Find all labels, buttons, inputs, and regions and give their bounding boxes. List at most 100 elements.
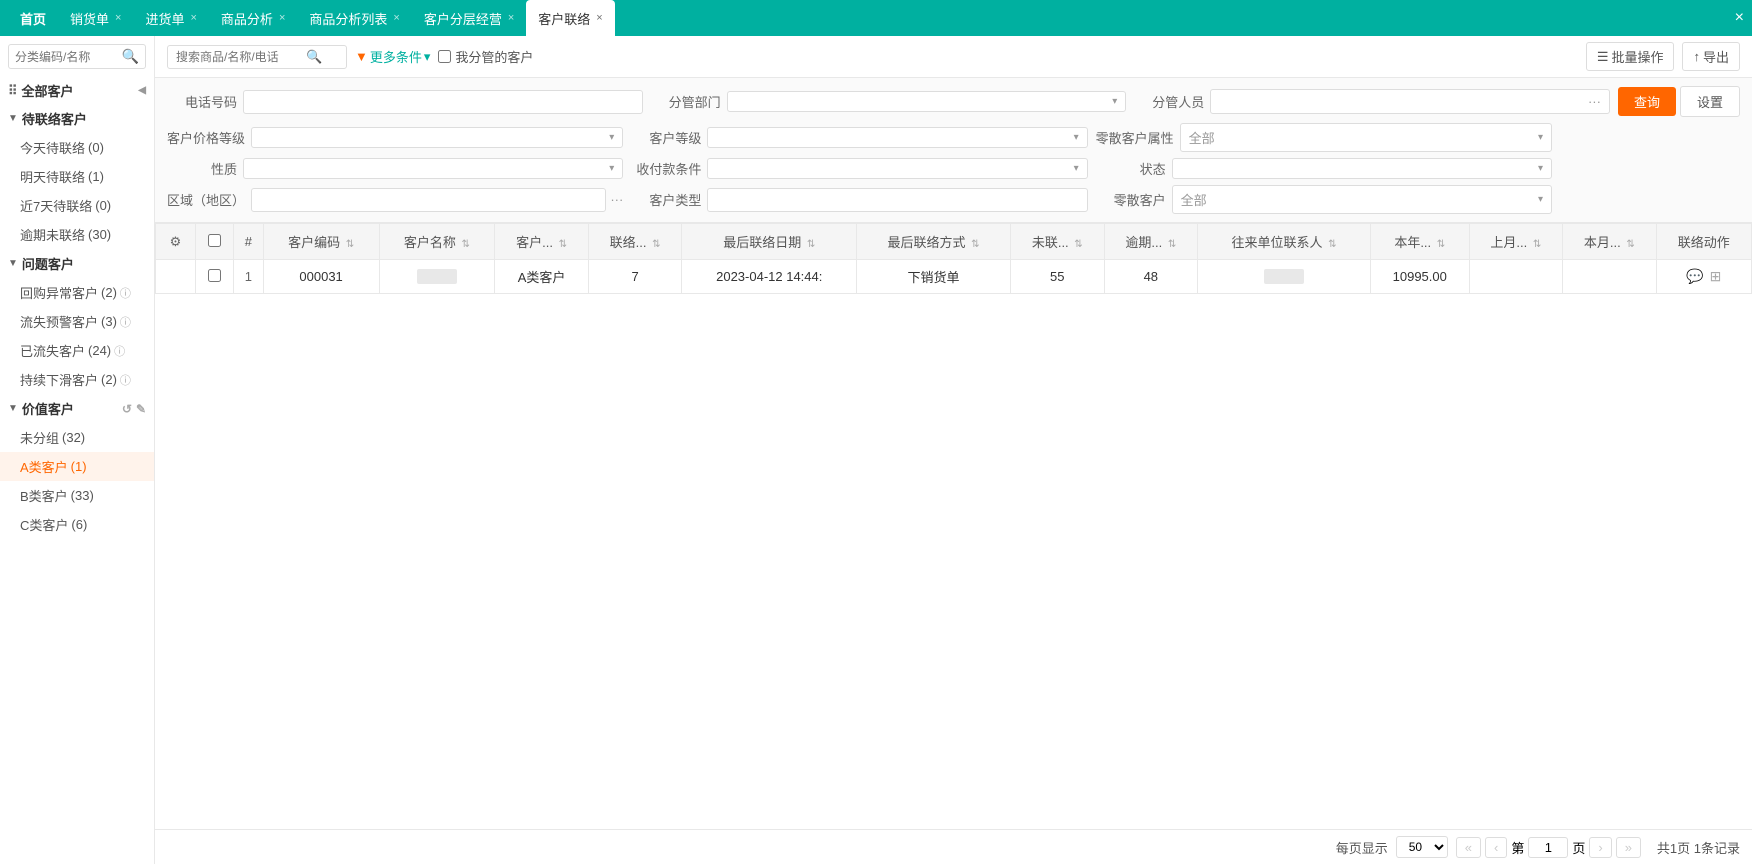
th-last-month[interactable]: 上月... ⇅	[1469, 224, 1563, 260]
ellipsis-icon[interactable]: ···	[1588, 94, 1601, 109]
area-dots-icon[interactable]: ···	[610, 192, 623, 207]
customer-level-select[interactable]: ▾	[707, 127, 1087, 148]
sidebar-search-icon[interactable]: 🔍	[122, 48, 139, 65]
th-this-year[interactable]: 本年... ⇅	[1371, 224, 1470, 260]
page-label: 第	[1511, 838, 1524, 857]
th-contact-action: 联络动作	[1656, 224, 1751, 260]
customer-table: ⚙ # 客户编码 ⇅ 客户名称 ⇅	[155, 223, 1752, 294]
sidebar-value-header[interactable]: ▼ 价值客户 ↺ ✎	[0, 394, 154, 423]
sidebar-item-b-class[interactable]: B类客户(33)	[0, 481, 154, 510]
chevron-down-icon7: ▾	[1538, 163, 1543, 174]
th-no-contact[interactable]: 未联... ⇅	[1010, 224, 1104, 260]
prev-page-button[interactable]: ‹	[1485, 837, 1507, 858]
sidebar-item-churn-warning[interactable]: 流失预警客户(3) ⓘ	[0, 307, 154, 336]
close-all-button[interactable]: ×	[1735, 9, 1744, 27]
chat-icon[interactable]: 💬	[1686, 268, 1703, 285]
close-sales-icon[interactable]: ×	[115, 12, 121, 24]
close-goods-analysis-icon[interactable]: ×	[279, 12, 285, 24]
th-code[interactable]: 客户编码 ⇅	[263, 224, 379, 260]
th-checkbox[interactable]	[196, 224, 234, 260]
last-contact-method-link[interactable]: 下销货单	[908, 270, 960, 285]
sidebar-item-c-class[interactable]: C类客户(6)	[0, 510, 154, 539]
status-select[interactable]: ▾	[1172, 158, 1552, 179]
retail-customer-select[interactable]: 全部 ▾	[1172, 185, 1552, 214]
close-purchase-icon[interactable]: ×	[190, 12, 196, 24]
price-level-select[interactable]: ▾	[251, 127, 623, 148]
value-label: 价值客户	[22, 399, 74, 418]
nav-customer-tier[interactable]: 客户分层经营 ×	[412, 0, 526, 36]
per-page-select[interactable]: 50	[1396, 836, 1448, 858]
last-page-button[interactable]: »	[1616, 837, 1641, 858]
sidebar-item-churned[interactable]: 已流失客户(24) ⓘ	[0, 336, 154, 365]
sidebar-all-customers[interactable]: ⠿ 全部客户 ◀	[0, 77, 154, 104]
first-page-button[interactable]: «	[1456, 837, 1481, 858]
close-customer-contact-icon[interactable]: ×	[596, 12, 602, 24]
sidebar-problem-header[interactable]: ▼ 问题客户	[0, 249, 154, 278]
sidebar-item-overdue-pending[interactable]: 逾期未联络(30)	[0, 220, 154, 249]
table-row: 1 000031 Ea A类客户 7	[156, 260, 1752, 294]
sidebar-item-ungrouped[interactable]: 未分组(32)	[0, 423, 154, 452]
nav-home[interactable]: 首页	[8, 0, 58, 36]
payment-terms-select[interactable]: ▾	[707, 158, 1087, 179]
nav-customer-contact[interactable]: 客户联络 ×	[526, 0, 614, 36]
nav-goods-analysis[interactable]: 商品分析 ×	[209, 0, 297, 36]
edit-icon[interactable]: ✎	[136, 402, 146, 416]
th-name[interactable]: 客户名称 ⇅	[379, 224, 495, 260]
export-button[interactable]: ↑ 导出	[1682, 42, 1740, 71]
page-input[interactable]	[1528, 837, 1568, 858]
nav-sales[interactable]: 销货单 ×	[58, 0, 133, 36]
td-name: Ea	[379, 260, 495, 294]
sidebar-item-7days-pending[interactable]: 近7天待联络(0)	[0, 191, 154, 220]
sidebar-item-tomorrow-pending[interactable]: 明天待联络(1)	[0, 162, 154, 191]
qr-icon[interactable]: ⊞	[1710, 268, 1722, 285]
total-records-label: 共1页 1条记录	[1657, 838, 1740, 857]
search-icon[interactable]: 🔍	[306, 49, 322, 65]
td-checkbox[interactable]	[196, 260, 234, 294]
query-button[interactable]: 查询	[1618, 87, 1676, 116]
filter-bar: 🔍 ▼ 更多条件 ▾ 我分管的客户 ☰ 批量操作 ↑ 导出	[155, 36, 1752, 78]
area-input[interactable]	[251, 188, 606, 212]
sidebar-pending-header[interactable]: ▼ 待联络客户	[0, 104, 154, 133]
more-conditions-button[interactable]: ▼ 更多条件 ▾	[355, 47, 430, 66]
info-icon2: ⓘ	[120, 314, 131, 330]
my-customers-checkbox[interactable]	[438, 50, 451, 63]
retail-attr-select[interactable]: 全部 ▾	[1180, 123, 1552, 152]
setting-button[interactable]: 设置	[1680, 86, 1740, 117]
refresh-icon[interactable]: ↺	[122, 402, 132, 416]
batch-icon: ☰	[1597, 49, 1609, 65]
person-select[interactable]: ···	[1210, 89, 1610, 114]
th-unit-contact[interactable]: 往来单位联系人 ⇅	[1198, 224, 1371, 260]
row-checkbox[interactable]	[208, 269, 221, 282]
nature-select[interactable]: ▾	[243, 158, 623, 179]
settings-icon[interactable]: ⚙	[170, 234, 182, 249]
sidebar-search-input[interactable]	[15, 50, 122, 64]
customer-type-input[interactable]	[707, 188, 1087, 212]
th-customer-type[interactable]: 客户... ⇅	[495, 224, 589, 260]
th-last-contact-method[interactable]: 最后联络方式 ⇅	[857, 224, 1011, 260]
th-overdue[interactable]: 逾期... ⇅	[1104, 224, 1198, 260]
sidebar-item-a-class[interactable]: A类客户(1)	[0, 452, 154, 481]
search-input[interactable]	[176, 50, 306, 64]
close-customer-tier-icon[interactable]: ×	[508, 12, 514, 24]
nav-purchase[interactable]: 进货单 ×	[133, 0, 208, 36]
content-area: 🔍 ▼ 更多条件 ▾ 我分管的客户 ☰ 批量操作 ↑ 导出	[155, 36, 1752, 864]
th-this-month[interactable]: 本月... ⇅	[1563, 224, 1657, 260]
th-contact[interactable]: 联络... ⇅	[588, 224, 682, 260]
batch-ops-button[interactable]: ☰ 批量操作	[1586, 42, 1675, 71]
next-page-button[interactable]: ›	[1589, 837, 1611, 858]
collapse-sidebar-icon[interactable]: ◀	[138, 85, 146, 96]
th-settings[interactable]: ⚙	[156, 224, 196, 260]
sidebar-item-repurchase-abnormal[interactable]: 回购异常客户(2) ⓘ	[0, 278, 154, 307]
nav-goods-analysis-list[interactable]: 商品分析列表 ×	[297, 0, 411, 36]
sidebar-item-today-pending[interactable]: 今天待联络(0)	[0, 133, 154, 162]
phone-input[interactable]	[243, 90, 643, 114]
select-all-checkbox[interactable]	[208, 234, 221, 247]
sort-icon-last-date: ⇅	[807, 239, 815, 250]
td-last-contact-method[interactable]: 下销货单	[857, 260, 1011, 294]
dept-select[interactable]: ▾	[727, 91, 1127, 112]
filter-actions: 查询 设置	[1618, 86, 1740, 117]
sidebar-item-declining[interactable]: 持续下滑客户(2) ⓘ	[0, 365, 154, 394]
close-goods-analysis-list-icon[interactable]: ×	[393, 12, 399, 24]
th-last-contact-date[interactable]: 最后联络日期 ⇅	[682, 224, 857, 260]
td-last-contact-date: 2023-04-12 14:44:	[682, 260, 857, 294]
